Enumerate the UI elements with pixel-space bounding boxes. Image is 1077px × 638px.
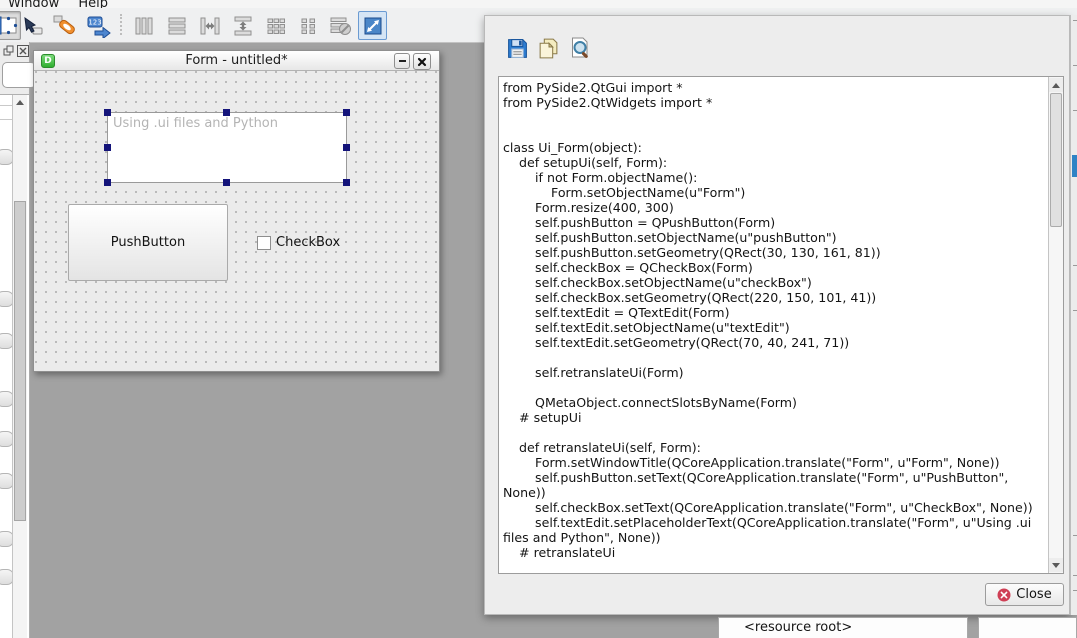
layout-grid-button[interactable] — [261, 11, 290, 40]
save-icon — [506, 37, 529, 60]
scroll-up-icon — [1052, 83, 1060, 88]
resource-selection-fragment — [1072, 155, 1077, 177]
selection-handle[interactable] — [223, 109, 230, 116]
selection-handle[interactable] — [104, 144, 111, 151]
edit-signals-slots-icon — [22, 15, 44, 37]
pushbutton-widget[interactable]: PushButton — [68, 204, 228, 281]
selection-handle[interactable] — [223, 179, 230, 186]
form-window-title: Form - untitled* — [34, 53, 439, 68]
layout-horizontal-splitter-button[interactable] — [195, 11, 224, 40]
layout-vertical-icon — [166, 15, 188, 37]
edit-tab-order-icon: 123 — [86, 14, 112, 38]
form-window-titlebar[interactable]: D Form - untitled* — [34, 51, 439, 71]
resource-preview-panel — [978, 617, 1077, 638]
adjust-size-button[interactable] — [358, 11, 387, 40]
adjust-size-icon — [362, 15, 384, 37]
selection-handle[interactable] — [343, 179, 350, 186]
edit-tab-order-button[interactable]: 123 — [84, 11, 113, 40]
svg-text:123: 123 — [88, 18, 101, 26]
selection-handle[interactable] — [104, 179, 111, 186]
break-layout-icon — [329, 15, 353, 37]
edit-signals-slots-button[interactable] — [18, 11, 47, 40]
layout-horizontal-icon — [133, 15, 155, 37]
selection-handle[interactable] — [343, 144, 350, 151]
selection-handle[interactable] — [104, 109, 111, 116]
layout-vertical-button[interactable] — [162, 11, 191, 40]
layout-horizontal-splitter-icon — [199, 15, 221, 37]
dock-close-button[interactable] — [16, 44, 29, 57]
widget-box-list[interactable] — [0, 94, 29, 638]
textedit-placeholder: Using .ui files and Python — [113, 116, 278, 131]
close-button-label: Close — [1016, 587, 1051, 602]
scrollbar-thumb[interactable] — [1050, 93, 1062, 227]
close-dock-icon — [17, 45, 29, 57]
close-dialog-button[interactable]: Close — [985, 583, 1064, 606]
find-in-code-button[interactable] — [566, 34, 594, 62]
find-icon — [568, 36, 593, 60]
qt-designer-screen: Window Help — [0, 0, 1077, 638]
layout-grid-icon — [265, 15, 287, 37]
edit-widgets-icon — [0, 15, 18, 37]
scroll-down-icon — [1052, 563, 1060, 568]
toolbar-separator — [120, 14, 124, 35]
resource-root-item[interactable]: <resource root> — [719, 618, 967, 637]
form-window: D Form - untitled* Using .ui files and P… — [33, 50, 440, 372]
edit-buddies-button[interactable] — [51, 11, 80, 40]
layout-form-button[interactable] — [294, 11, 323, 40]
copy-icon — [537, 37, 560, 60]
widget-box-dock — [0, 42, 30, 638]
edit-buddies-icon — [53, 14, 79, 38]
close-red-icon — [997, 588, 1011, 602]
minimize-button[interactable] — [394, 53, 410, 69]
textedit-widget[interactable]: Using .ui files and Python — [107, 112, 347, 183]
resource-tree-panel: <resource root> — [718, 617, 968, 638]
menu-bar: Window Help — [0, 0, 1077, 8]
copy-code-button[interactable] — [534, 34, 562, 62]
minimize-icon — [399, 60, 406, 62]
dock-float-button[interactable] — [2, 44, 15, 57]
scroll-up-icon — [16, 100, 24, 105]
menu-window[interactable]: Window — [8, 0, 59, 8]
checkbox-label[interactable]: CheckBox — [276, 235, 340, 250]
selection-handle[interactable] — [343, 109, 350, 116]
float-dock-icon — [3, 45, 15, 57]
save-code-button[interactable] — [503, 34, 531, 62]
layout-horizontal-button[interactable] — [129, 11, 158, 40]
break-layout-button[interactable] — [326, 11, 355, 40]
layout-vertical-splitter-button[interactable] — [228, 11, 257, 40]
code-scrollbar[interactable] — [1048, 77, 1063, 573]
checkbox-indicator[interactable] — [257, 236, 271, 250]
widget-box-scrollbar[interactable] — [12, 95, 27, 638]
widget-box-search-input[interactable] — [2, 62, 36, 88]
right-clipped-panel — [1070, 15, 1077, 615]
menu-help[interactable]: Help — [78, 0, 108, 8]
code-view[interactable]: from PySide2.QtGui import * from PySide2… — [498, 76, 1064, 574]
layout-form-icon — [298, 15, 320, 37]
layout-vertical-splitter-icon — [232, 15, 254, 37]
scrollbar-thumb[interactable] — [14, 201, 26, 521]
close-window-button[interactable] — [413, 53, 431, 70]
code-preview-dialog: from PySide2.QtGui import * from PySide2… — [484, 15, 1070, 615]
generated-python-code[interactable]: from PySide2.QtGui import * from PySide2… — [503, 80, 1044, 570]
close-icon — [417, 57, 427, 67]
